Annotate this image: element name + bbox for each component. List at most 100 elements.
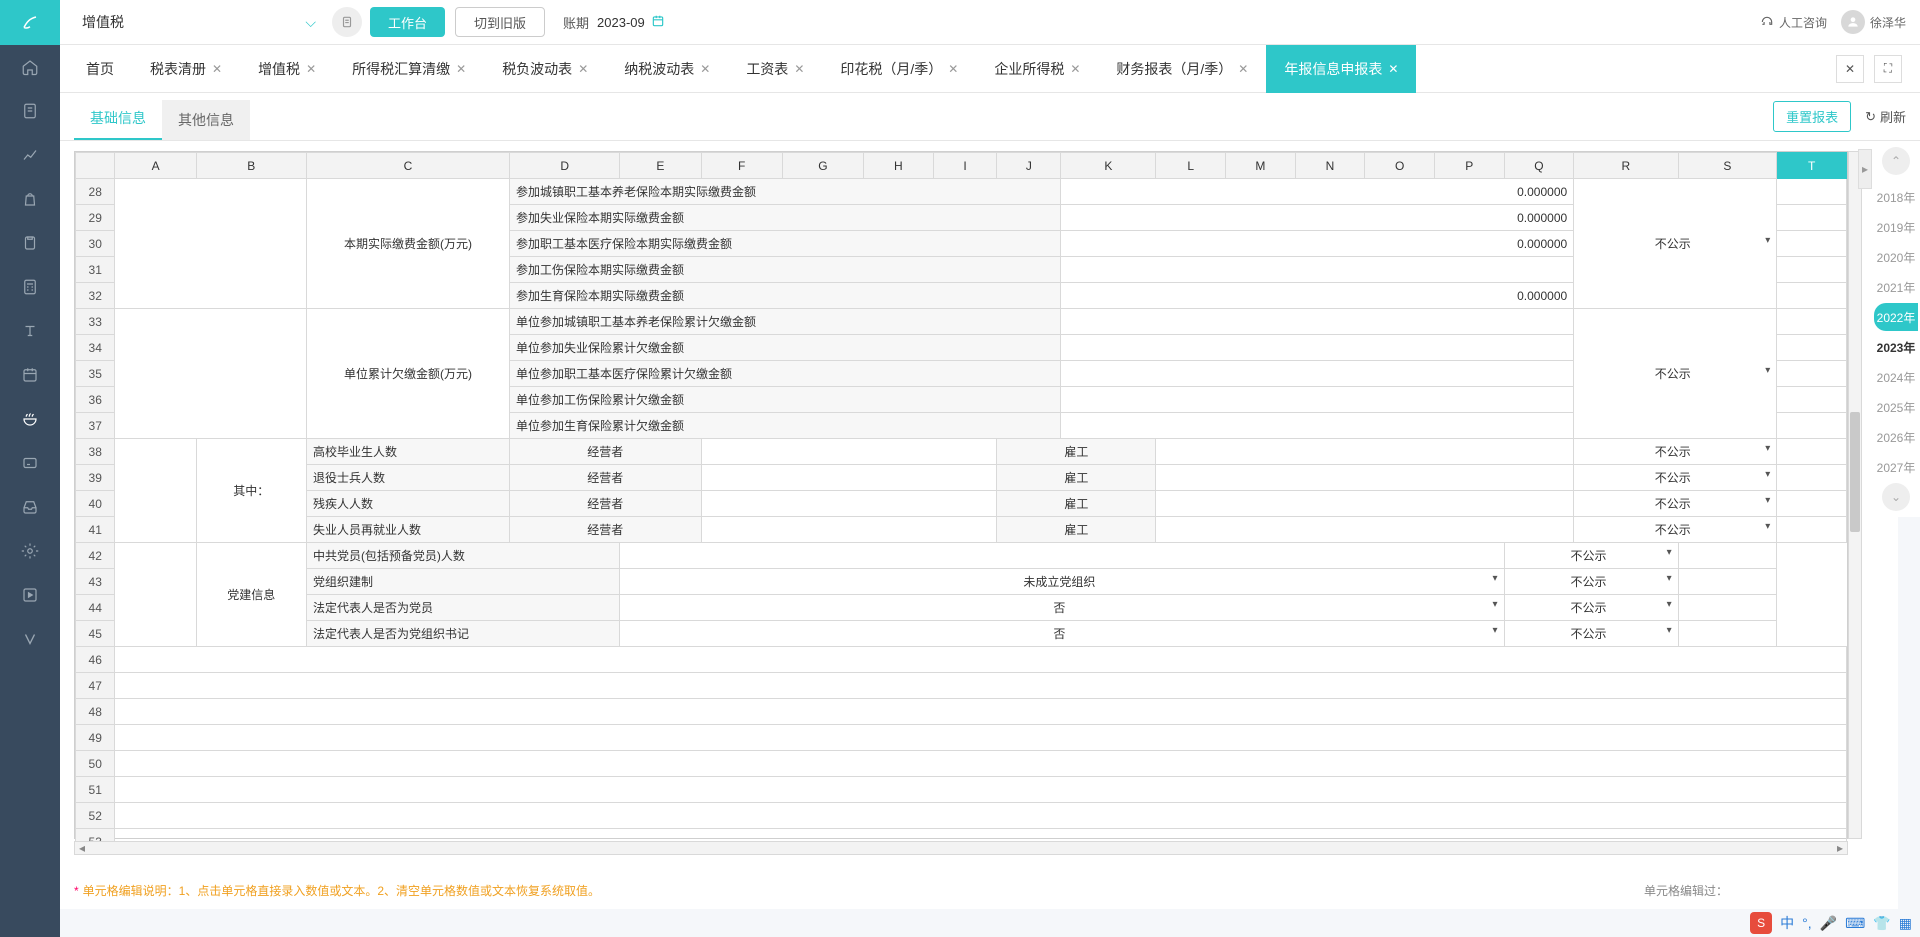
cell[interactable]: 失业人员再就业人数 [306,517,509,543]
cell[interactable]: 28 [76,179,115,205]
cell[interactable]: 法定代表人是否为党组织书记 [306,621,619,647]
col-header[interactable]: P [1434,153,1504,179]
cell[interactable]: 29 [76,205,115,231]
nav-text-icon[interactable] [0,309,60,353]
cell[interactable]: 49 [76,725,115,751]
close-icon[interactable]: ✕ [578,62,588,76]
cell[interactable]: 不公示 [1504,621,1678,647]
cell[interactable] [1777,439,1847,465]
cell[interactable] [1061,335,1574,361]
col-header[interactable]: Q [1504,153,1574,179]
cell[interactable]: 47 [76,673,115,699]
cell[interactable] [1777,387,1847,413]
col-header[interactable]: H [863,153,933,179]
cell[interactable]: 否 [620,621,1504,647]
nav-doc-icon[interactable] [0,89,60,133]
cell[interactable] [115,309,306,439]
close-icon[interactable]: ✕ [794,62,804,76]
cell[interactable]: 50 [76,751,115,777]
cell[interactable] [115,725,1847,751]
cell[interactable] [1777,517,1847,543]
cell[interactable]: 不公示 [1574,309,1777,439]
cell[interactable]: 0.000000 [1061,283,1574,309]
tab-税负波动表[interactable]: 税负波动表✕ [484,45,606,93]
cell[interactable]: 经营者 [510,439,701,465]
nav-bag-icon[interactable] [0,177,60,221]
nav-play-icon[interactable] [0,573,60,617]
cell[interactable]: 否 [620,595,1504,621]
col-header[interactable]: O [1365,153,1435,179]
ime-skin-icon[interactable]: 👕 [1873,915,1890,932]
col-header[interactable]: D [510,153,620,179]
cell[interactable]: 经营者 [510,465,701,491]
cell[interactable] [115,699,1847,725]
tab-税表清册[interactable]: 税表清册✕ [132,45,240,93]
cell[interactable]: 51 [76,777,115,803]
cell[interactable]: 单位累计欠缴金额(万元) [306,309,509,439]
year-2022年[interactable]: 2022年 [1874,303,1918,331]
cell[interactable]: 雇工 [997,465,1156,491]
tabs-close-icon[interactable]: ✕ [1836,55,1864,83]
cell[interactable]: 单位参加职工基本医疗保险累计欠缴金额 [510,361,1061,387]
tab-纳税波动表[interactable]: 纳税波动表✕ [606,45,728,93]
cell[interactable]: 参加职工基本医疗保险本期实际缴费金额 [510,231,1061,257]
rail-down-icon[interactable]: ⌄ [1882,483,1910,511]
cell[interactable] [1777,257,1847,283]
year-2024年[interactable]: 2024年 [1874,363,1918,391]
consult-button[interactable]: 人工咨询 [1760,14,1827,31]
cell[interactable] [1061,309,1574,335]
tab-增值税[interactable]: 增值税✕ [240,45,334,93]
cell[interactable] [115,673,1847,699]
ime-grid-icon[interactable]: ▦ [1899,915,1912,932]
nav-chart-icon[interactable] [0,133,60,177]
cell[interactable] [115,751,1847,777]
reset-button[interactable]: 重置报表 [1773,101,1851,132]
cell[interactable]: 不公示 [1504,569,1678,595]
col-header[interactable]: A [115,153,196,179]
year-2026年[interactable]: 2026年 [1874,423,1918,451]
cell[interactable]: 45 [76,621,115,647]
cell[interactable]: 参加城镇职工基本养老保险本期实际缴费金额 [510,179,1061,205]
cell[interactable]: 0.000000 [1061,179,1574,205]
cell[interactable] [1156,491,1574,517]
tab-所得税汇算清缴[interactable]: 所得税汇算清缴✕ [334,45,484,93]
cell[interactable] [1061,413,1574,439]
close-icon[interactable]: ✕ [456,62,466,76]
scroll-thumb[interactable] [1850,412,1860,532]
cell[interactable]: 不公示 [1574,491,1777,517]
cell[interactable] [115,439,196,543]
cell[interactable]: 40 [76,491,115,517]
cell[interactable] [1777,283,1847,309]
subtab-other[interactable]: 其他信息 [162,100,250,140]
col-header[interactable]: N [1295,153,1365,179]
cell[interactable]: 不公示 [1574,517,1777,543]
tab-工资表[interactable]: 工资表✕ [728,45,822,93]
company-selector[interactable]: 增值税 ⌵ [74,7,324,37]
cell[interactable]: 退役士兵人数 [306,465,509,491]
cell[interactable]: 52 [76,803,115,829]
cell[interactable] [701,491,997,517]
col-header[interactable]: K [1061,153,1156,179]
tab-财务报表（月/季）[interactable]: 财务报表（月/季）✕ [1098,45,1266,93]
cell[interactable]: 44 [76,595,115,621]
cell[interactable]: 单位参加城镇职工基本养老保险累计欠缴金额 [510,309,1061,335]
nav-bowl-icon[interactable] [0,397,60,441]
cell[interactable] [1678,569,1777,595]
cell[interactable]: 39 [76,465,115,491]
cell[interactable]: 32 [76,283,115,309]
col-header[interactable]: I [933,153,997,179]
cell[interactable]: 36 [76,387,115,413]
cell[interactable] [1061,387,1574,413]
col-header[interactable]: M [1226,153,1296,179]
scroll-left-icon[interactable]: ◂ [75,842,89,854]
cell[interactable]: 37 [76,413,115,439]
cell[interactable]: 0.000000 [1061,231,1574,257]
vertical-scrollbar[interactable] [1848,151,1862,839]
nav-calc-icon[interactable] [0,265,60,309]
cell[interactable]: 单位参加生育保险累计欠缴金额 [510,413,1061,439]
cell[interactable]: 31 [76,257,115,283]
cell[interactable]: 43 [76,569,115,595]
year-2027年[interactable]: 2027年 [1874,453,1918,481]
cell[interactable] [1061,257,1574,283]
ime-s-icon[interactable]: S [1750,912,1772,934]
